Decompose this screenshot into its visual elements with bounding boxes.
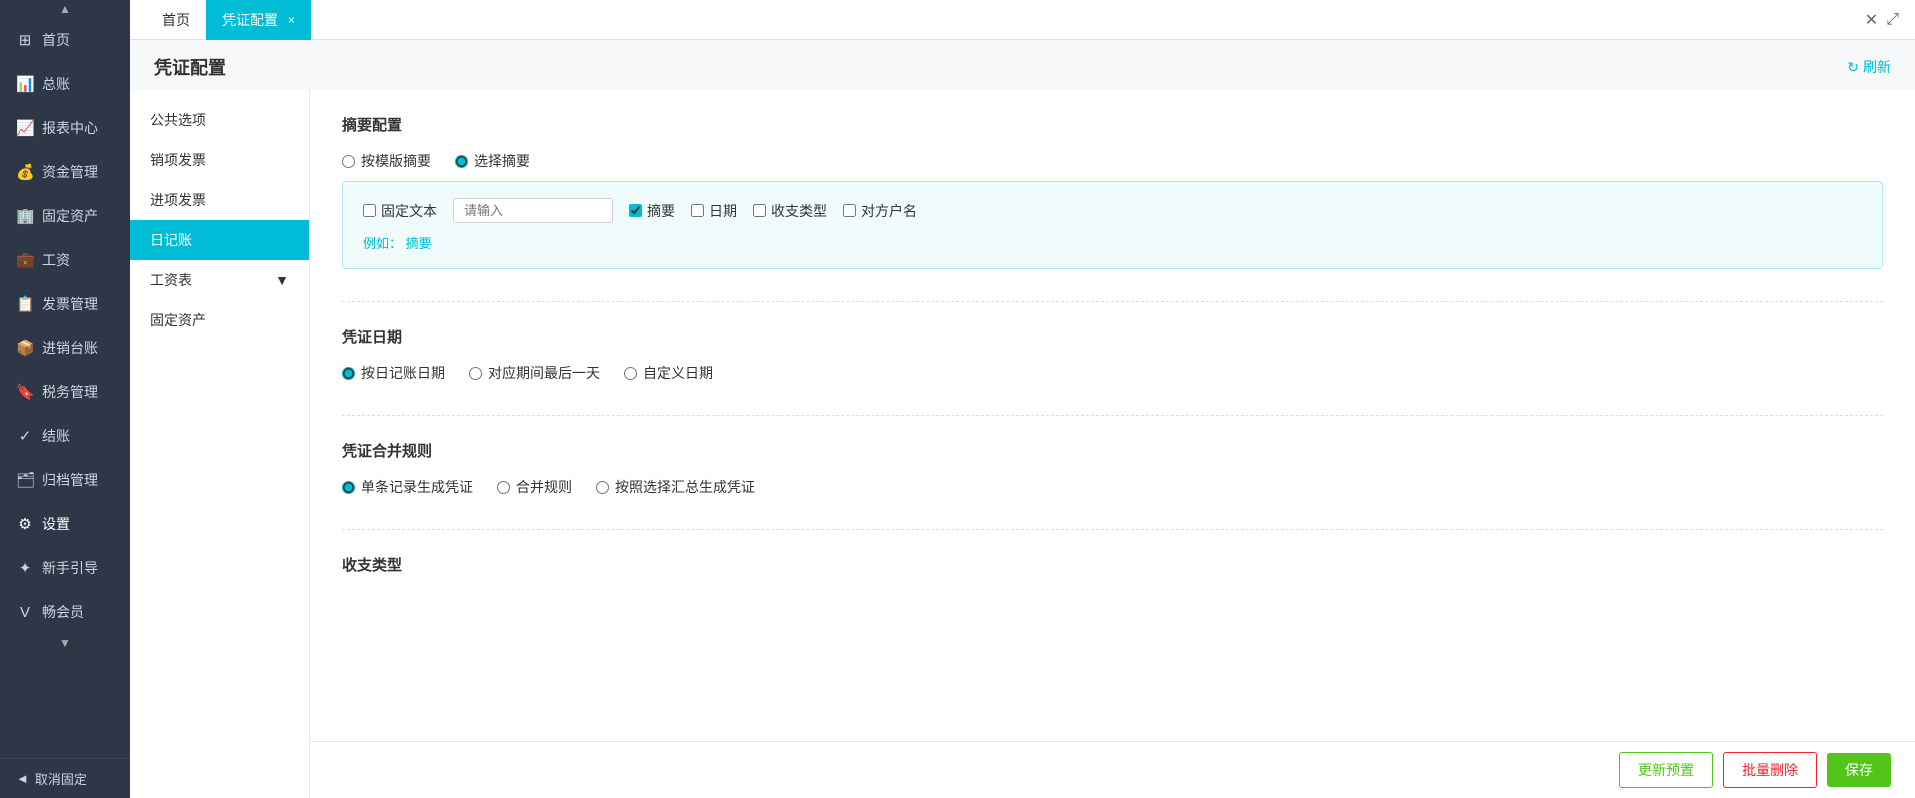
left-nav-fixed-assets[interactable]: 固定资产	[130, 300, 309, 340]
purchase-icon: 📦	[16, 339, 34, 357]
date-section: 凭证日期 按日记账日期 对应期间最后一天 自定义日期	[342, 326, 1883, 383]
ledger-icon: 📊	[16, 75, 34, 93]
sidebar-item-guide[interactable]: ✦ 新手引导	[0, 546, 130, 590]
guide-icon: ✦	[16, 559, 34, 577]
merge-title: 凭证合并规则	[342, 440, 1883, 461]
divider-2	[342, 415, 1883, 416]
tab-voucher-config[interactable]: 凭证配置 ×	[206, 0, 311, 40]
salary-icon: 💼	[16, 251, 34, 269]
content-area: 公共选项 销项发票 进项发票 日记账 工资表 ▼ 固定资产	[130, 90, 1915, 798]
sidebar-item-tax[interactable]: 🔖 税务管理	[0, 370, 130, 414]
checkbox-date[interactable]: 日期	[691, 201, 737, 221]
summary-preview: 例如： 摘要	[363, 233, 1862, 252]
sidebar-item-salary[interactable]: 💼 工资	[0, 238, 130, 282]
checkbox-counterpart[interactable]: 对方户名	[843, 201, 917, 221]
update-preview-button[interactable]: 更新预置	[1619, 752, 1713, 788]
sidebar-scroll-down[interactable]: ▼	[0, 634, 130, 652]
window-expand-icon[interactable]: ⤢	[1886, 11, 1899, 29]
sidebar-item-settings[interactable]: ⚙ 设置	[0, 502, 130, 546]
summary-radio-template[interactable]: 按模版摘要	[342, 151, 431, 171]
archive-icon: 🗂	[16, 471, 34, 489]
sidebar-item-home[interactable]: ⊞ 首页	[0, 18, 130, 62]
tab-bar: 首页 凭证配置 × ✕ ⤢	[130, 0, 1915, 40]
tab-home[interactable]: 首页	[146, 0, 206, 40]
sidebar: ▲ ⊞ 首页 📊 总账 📈 报表中心 💰 资金管理 🏢 固定资产 💼 工资 📋 …	[0, 0, 130, 798]
tax-icon: 🔖	[16, 383, 34, 401]
date-radio-journal[interactable]: 按日记账日期	[342, 363, 445, 383]
divider-1	[342, 301, 1883, 302]
income-type-section: 收支类型	[342, 554, 1883, 575]
merge-section: 凭证合并规则 单条记录生成凭证 合并规则 按照选择汇总生成凭证	[342, 440, 1883, 497]
sidebar-item-invoice[interactable]: 📋 发票管理	[0, 282, 130, 326]
vip-icon: V	[16, 604, 34, 621]
save-button[interactable]: 保存	[1827, 753, 1891, 787]
page-title: 凭证配置	[154, 54, 226, 80]
batch-delete-button[interactable]: 批量删除	[1723, 752, 1817, 788]
page-header: 凭证配置 ↻ 刷新	[130, 40, 1915, 90]
sidebar-item-archive[interactable]: 🗂 归档管理	[0, 458, 130, 502]
sidebar-item-purchase[interactable]: 📦 进销台账	[0, 326, 130, 370]
merge-radio-group: 单条记录生成凭证 合并规则 按照选择汇总生成凭证	[342, 477, 1883, 497]
summary-radio-group: 按模版摘要 选择摘要	[342, 151, 1883, 171]
pin-icon: ◄	[16, 771, 29, 786]
sidebar-item-ledger[interactable]: 📊 总账	[0, 62, 130, 106]
merge-radio-rules[interactable]: 合并规则	[497, 477, 572, 497]
home-icon: ⊞	[16, 31, 34, 49]
tab-bar-actions: ✕ ⤢	[1865, 10, 1899, 30]
summary-options-box: 固定文本 摘要 日期	[342, 181, 1883, 269]
reports-icon: 📈	[16, 119, 34, 137]
date-radio-period[interactable]: 对应期间最后一天	[469, 363, 600, 383]
chevron-down-icon: ▼	[275, 272, 289, 288]
date-radio-group: 按日记账日期 对应期间最后一天 自定义日期	[342, 363, 1883, 383]
divider-3	[342, 529, 1883, 530]
left-nav-journal[interactable]: 日记账	[130, 220, 309, 260]
checkbox-summary[interactable]: 摘要	[629, 201, 675, 221]
main-area: 首页 凭证配置 × ✕ ⤢ 凭证配置 ↻ 刷新 公共选项 销项发票 进	[130, 0, 1915, 798]
summary-checkboxes-row: 固定文本 摘要 日期	[363, 198, 1862, 223]
date-title: 凭证日期	[342, 326, 1883, 347]
left-nav-purchase[interactable]: 进项发票	[130, 180, 309, 220]
funds-icon: 💰	[16, 163, 34, 181]
right-content: 摘要配置 按模版摘要 选择摘要	[310, 90, 1915, 741]
settings-icon: ⚙	[16, 515, 34, 533]
left-nav-salary-table[interactable]: 工资表 ▼	[130, 260, 309, 300]
window-close-icon[interactable]: ✕	[1865, 10, 1878, 30]
checkbox-type[interactable]: 收支类型	[753, 201, 827, 221]
refresh-button[interactable]: ↻ 刷新	[1847, 57, 1891, 77]
bottom-bar: 更新预置 批量删除 保存	[310, 741, 1915, 798]
date-radio-custom[interactable]: 自定义日期	[624, 363, 713, 383]
fixed-text-input[interactable]	[453, 198, 613, 223]
summary-radio-select[interactable]: 选择摘要	[455, 151, 530, 171]
summary-section: 摘要配置 按模版摘要 选择摘要	[342, 114, 1883, 269]
sidebar-scroll-up[interactable]: ▲	[0, 0, 130, 18]
sidebar-item-assets[interactable]: 🏢 固定资产	[0, 194, 130, 238]
tab-close-icon[interactable]: ×	[288, 13, 295, 27]
merge-radio-summary[interactable]: 按照选择汇总生成凭证	[596, 477, 755, 497]
income-type-title: 收支类型	[342, 554, 1883, 575]
merge-radio-single[interactable]: 单条记录生成凭证	[342, 477, 473, 497]
left-nav-sales[interactable]: 销项发票	[130, 140, 309, 180]
checkbox-fixed-text[interactable]: 固定文本	[363, 201, 437, 221]
assets-icon: 🏢	[16, 207, 34, 225]
sidebar-item-funds[interactable]: 💰 资金管理	[0, 150, 130, 194]
invoice-icon: 📋	[16, 295, 34, 313]
sidebar-unpin-button[interactable]: ◄ 取消固定	[0, 758, 130, 798]
sidebar-item-vip[interactable]: V 畅会员	[0, 590, 130, 634]
settle-icon: ✓	[16, 427, 34, 445]
summary-title: 摘要配置	[342, 114, 1883, 135]
left-nav-public[interactable]: 公共选项	[130, 100, 309, 140]
left-nav: 公共选项 销项发票 进项发票 日记账 工资表 ▼ 固定资产	[130, 90, 310, 798]
sidebar-item-settle[interactable]: ✓ 结账	[0, 414, 130, 458]
sidebar-item-reports[interactable]: 📈 报表中心	[0, 106, 130, 150]
refresh-icon: ↻	[1847, 59, 1859, 76]
